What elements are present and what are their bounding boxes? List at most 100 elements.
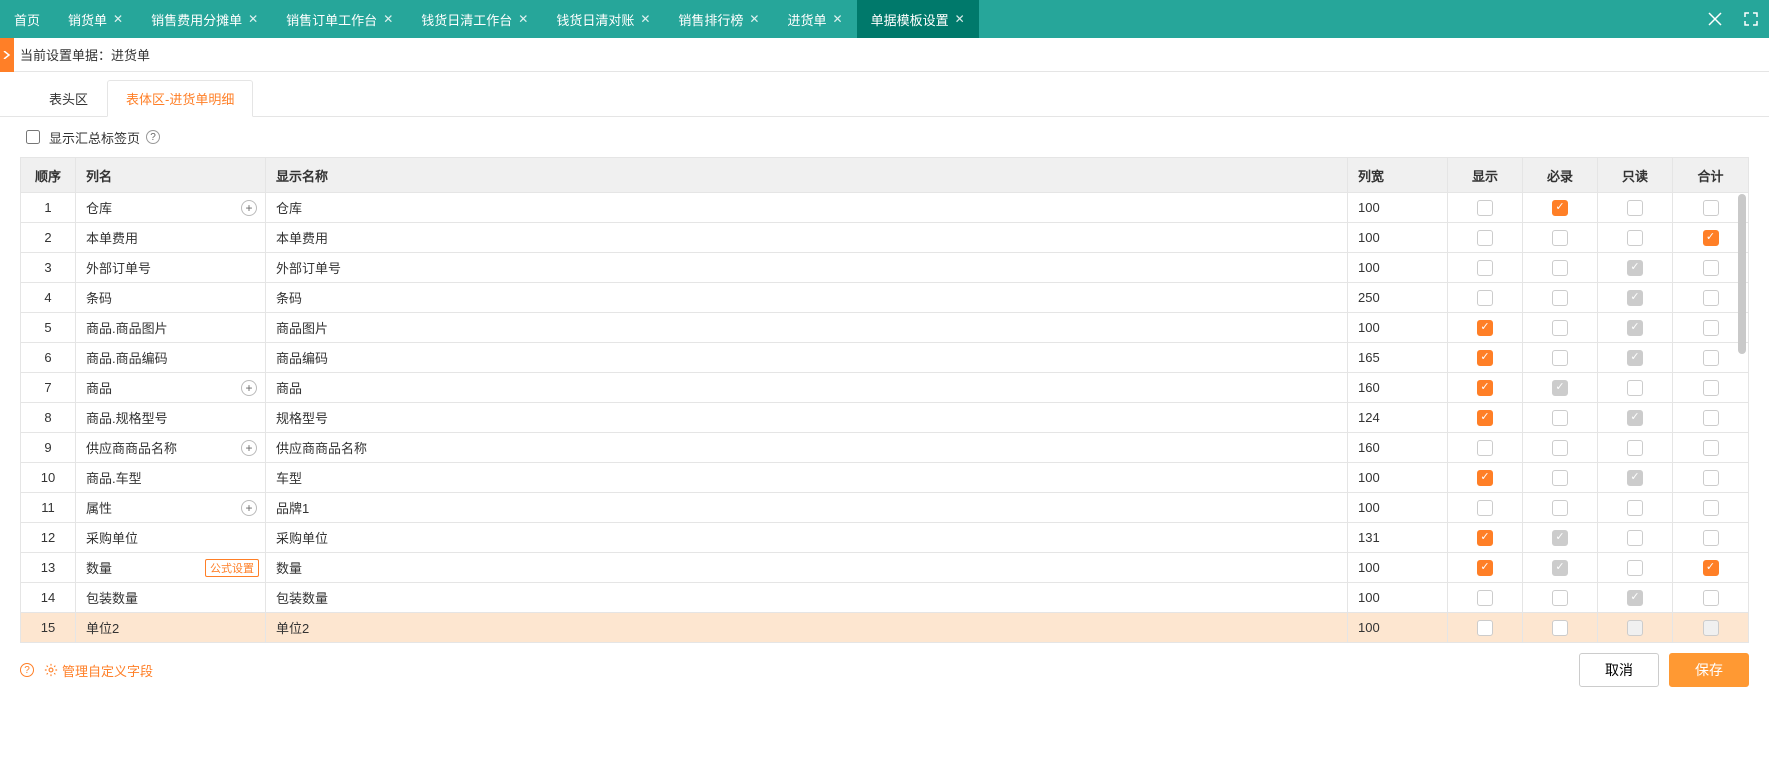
checkbox[interactable] <box>1703 260 1719 276</box>
expand-handle[interactable] <box>0 38 14 72</box>
checkbox[interactable] <box>1627 530 1643 546</box>
table-row[interactable]: 2本单费用本单费用100 <box>21 222 1748 252</box>
tab-8[interactable]: 单据模板设置✕ <box>857 0 979 38</box>
checkbox[interactable] <box>1703 350 1719 366</box>
table-row[interactable]: 11属性+品牌1100 <box>21 492 1748 522</box>
tab-close-icon[interactable]: ✕ <box>383 12 393 26</box>
checkbox[interactable] <box>1477 200 1493 216</box>
checkbox[interactable] <box>1552 440 1568 456</box>
checkbox[interactable] <box>1552 620 1568 636</box>
cancel-button[interactable]: 取消 <box>1579 653 1659 687</box>
add-sub-column-button[interactable]: + <box>241 500 257 516</box>
table-row[interactable]: 7商品+商品160 <box>21 372 1748 402</box>
tab-close-icon[interactable]: ✕ <box>833 12 843 26</box>
cell-width[interactable]: 131 <box>1348 523 1448 552</box>
checkbox[interactable] <box>1477 530 1493 546</box>
cell-width[interactable]: 160 <box>1348 373 1448 402</box>
cell-display[interactable]: 商品图片 <box>266 313 1348 342</box>
formula-settings-button[interactable]: 公式设置 <box>205 559 259 577</box>
checkbox[interactable] <box>1552 350 1568 366</box>
checkbox[interactable] <box>1627 200 1643 216</box>
checkbox[interactable] <box>1703 200 1719 216</box>
checkbox[interactable] <box>1552 470 1568 486</box>
checkbox[interactable] <box>1627 560 1643 576</box>
checkbox[interactable] <box>1552 500 1568 516</box>
tab-7[interactable]: 进货单✕ <box>773 0 856 38</box>
fullscreen-button[interactable] <box>1733 0 1769 38</box>
add-sub-column-button[interactable]: + <box>241 440 257 456</box>
cell-width[interactable]: 100 <box>1348 493 1448 522</box>
checkbox[interactable] <box>1703 380 1719 396</box>
checkbox[interactable] <box>1477 470 1493 486</box>
checkbox[interactable] <box>1703 530 1719 546</box>
checkbox[interactable] <box>1703 290 1719 306</box>
checkbox[interactable] <box>1627 380 1643 396</box>
cell-display[interactable]: 条码 <box>266 283 1348 312</box>
tab-close-icon[interactable]: ✕ <box>248 12 258 26</box>
cell-width[interactable]: 100 <box>1348 613 1448 642</box>
cell-width[interactable]: 100 <box>1348 253 1448 282</box>
tab-close-icon[interactable]: ✕ <box>518 12 528 26</box>
manage-custom-fields-link[interactable]: 管理自定义字段 <box>44 661 153 680</box>
checkbox[interactable] <box>1552 320 1568 336</box>
tab-2[interactable]: 销售费用分摊单✕ <box>137 0 272 38</box>
cell-display[interactable]: 仓库 <box>266 193 1348 222</box>
checkbox[interactable] <box>1627 440 1643 456</box>
checkbox[interactable] <box>1477 260 1493 276</box>
cell-display[interactable]: 单位2 <box>266 613 1348 642</box>
cell-display[interactable]: 规格型号 <box>266 403 1348 432</box>
cell-width[interactable]: 100 <box>1348 223 1448 252</box>
checkbox[interactable] <box>1477 380 1493 396</box>
cell-display[interactable]: 外部订单号 <box>266 253 1348 282</box>
checkbox[interactable] <box>1703 320 1719 336</box>
tab-6[interactable]: 销售排行榜✕ <box>664 0 773 38</box>
cell-width[interactable]: 165 <box>1348 343 1448 372</box>
table-row[interactable]: 13数量公式设置数量100 <box>21 552 1748 582</box>
tab-4[interactable]: 钱货日清工作台✕ <box>407 0 542 38</box>
cell-width[interactable]: 100 <box>1348 583 1448 612</box>
subtab-1[interactable]: 表体区-进货单明细 <box>107 80 253 117</box>
save-button[interactable]: 保存 <box>1669 653 1749 687</box>
cell-width[interactable]: 160 <box>1348 433 1448 462</box>
cell-display[interactable]: 车型 <box>266 463 1348 492</box>
cell-display[interactable]: 本单费用 <box>266 223 1348 252</box>
table-row[interactable]: 15单位2单位2100 <box>21 612 1748 642</box>
checkbox[interactable] <box>1703 560 1719 576</box>
checkbox[interactable] <box>1477 320 1493 336</box>
add-sub-column-button[interactable]: + <box>241 200 257 216</box>
cell-display[interactable]: 品牌1 <box>266 493 1348 522</box>
checkbox[interactable] <box>1477 350 1493 366</box>
tab-close-icon[interactable]: ✕ <box>640 12 650 26</box>
tab-0[interactable]: 首页 <box>0 0 54 38</box>
table-row[interactable]: 12采购单位采购单位131 <box>21 522 1748 552</box>
checkbox[interactable] <box>1552 590 1568 606</box>
table-row[interactable]: 14包装数量包装数量100 <box>21 582 1748 612</box>
tab-5[interactable]: 钱货日清对账✕ <box>542 0 664 38</box>
tab-3[interactable]: 销售订单工作台✕ <box>272 0 407 38</box>
table-row[interactable]: 6商品.商品编码商品编码165 <box>21 342 1748 372</box>
cell-display[interactable]: 商品编码 <box>266 343 1348 372</box>
table-row[interactable]: 9供应商商品名称+供应商商品名称160 <box>21 432 1748 462</box>
footer-help-icon[interactable]: ? <box>20 663 34 677</box>
checkbox[interactable] <box>1703 440 1719 456</box>
checkbox[interactable] <box>1703 230 1719 246</box>
tab-1[interactable]: 销货单✕ <box>54 0 137 38</box>
cell-display[interactable]: 采购单位 <box>266 523 1348 552</box>
add-sub-column-button[interactable]: + <box>241 380 257 396</box>
table-row[interactable]: 3外部订单号外部订单号100 <box>21 252 1748 282</box>
checkbox[interactable] <box>1703 590 1719 606</box>
checkbox[interactable] <box>1552 410 1568 426</box>
cell-display[interactable]: 供应商商品名称 <box>266 433 1348 462</box>
scrollbar-thumb[interactable] <box>1738 194 1746 354</box>
checkbox[interactable] <box>1552 260 1568 276</box>
table-row[interactable]: 4条码条码250 <box>21 282 1748 312</box>
tab-close-icon[interactable]: ✕ <box>749 12 759 26</box>
cell-width[interactable]: 100 <box>1348 193 1448 222</box>
checkbox[interactable] <box>1552 290 1568 306</box>
checkbox[interactable] <box>1703 410 1719 426</box>
cell-width[interactable]: 100 <box>1348 313 1448 342</box>
cell-width[interactable]: 250 <box>1348 283 1448 312</box>
help-icon[interactable]: ? <box>146 130 160 144</box>
show-summary-checkbox[interactable] <box>26 130 40 144</box>
cell-display[interactable]: 商品 <box>266 373 1348 402</box>
